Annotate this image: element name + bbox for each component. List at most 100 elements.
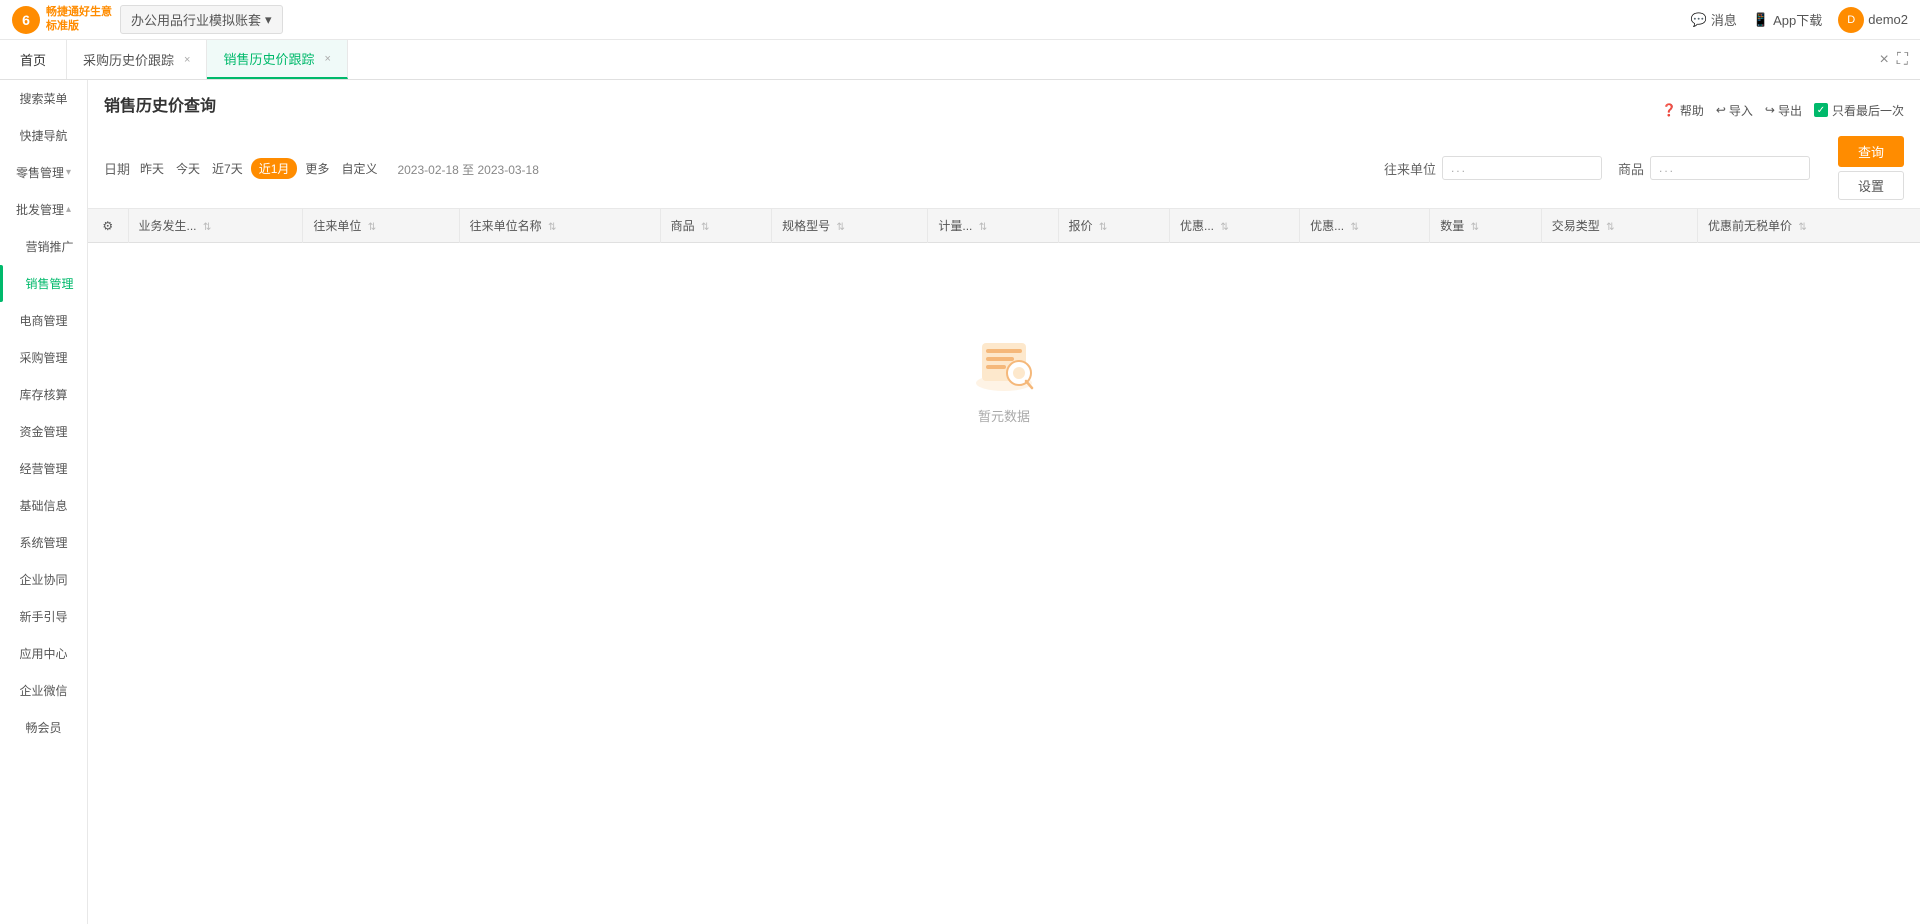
help-icon: ❓: [1662, 103, 1677, 117]
only-last-checkbox-area[interactable]: ✓ 只看最后一次: [1814, 102, 1904, 119]
sidebar-item-appstore[interactable]: 应用中心: [0, 635, 87, 672]
main-layout: 搜索菜单 快捷导航 零售管理 ▾ 批发管理 ▴ 营销推广 销售管理 电商管理 采…: [0, 80, 1920, 924]
sort-icon: ⇅: [1798, 222, 1806, 233]
tab-actions: × ⛶: [1879, 40, 1920, 79]
top-bar: 6 畅捷通好生意 标准版 办公用品行业模拟账套 ▾ 💬 消息 📱 App下载 D…: [0, 0, 1920, 40]
filter-product: 商品 ...: [1618, 156, 1810, 180]
sort-icon: ⇅: [1471, 222, 1479, 233]
sidebar-item-finance[interactable]: 资金管理: [0, 413, 87, 450]
sidebar-item-member[interactable]: 畅会员: [0, 709, 87, 746]
app-download-btn[interactable]: 📱 App下载: [1753, 10, 1822, 29]
chevron-down-icon: ▾: [66, 167, 71, 178]
th-gear[interactable]: ⚙: [88, 209, 128, 243]
th-spec[interactable]: 规格型号 ⇅: [772, 209, 928, 243]
th-discount1[interactable]: 优惠... ⇅: [1169, 209, 1299, 243]
logo-icon: 6: [12, 6, 40, 34]
sidebar-item-ecommerce[interactable]: 电商管理: [0, 302, 87, 339]
message-icon: 💬: [1691, 12, 1707, 28]
message-btn[interactable]: 💬 消息: [1691, 10, 1737, 29]
setting-button[interactable]: 设置: [1838, 171, 1904, 200]
logo-text: 畅捷通好生意 标准版: [46, 6, 112, 32]
tab-home[interactable]: 首页: [0, 40, 67, 79]
sidebar-item-operations[interactable]: 经营管理: [0, 450, 87, 487]
sidebar-item-sales[interactable]: 销售管理: [0, 265, 87, 302]
sidebar-item-inventory[interactable]: 库存核算: [0, 376, 87, 413]
tab-close-window[interactable]: ×: [1879, 51, 1888, 69]
th-partner-code[interactable]: 往来单位 ⇅: [303, 209, 459, 243]
sidebar-item-shortcut[interactable]: 快捷导航: [0, 117, 87, 154]
empty-icon: [964, 323, 1044, 406]
gear-icon[interactable]: ⚙: [102, 219, 113, 233]
sidebar-item-wholesale[interactable]: 批发管理 ▴: [0, 191, 87, 228]
tab-purchase-history[interactable]: 采购历史价跟踪 ×: [67, 40, 207, 79]
tab-maximize-window[interactable]: ⛶: [1897, 51, 1908, 69]
import-icon: ↩: [1716, 103, 1726, 117]
help-btn[interactable]: ❓ 帮助: [1662, 102, 1704, 119]
th-discount2[interactable]: 优惠... ⇅: [1300, 209, 1430, 243]
only-last-checkbox[interactable]: ✓: [1814, 103, 1828, 117]
download-icon: 📱: [1753, 12, 1769, 28]
th-partner-name[interactable]: 往来单位名称 ⇅: [459, 209, 660, 243]
page-header: 销售历史价查询 ❓ 帮助 ↩ 导入 ↪ 导出 ✓: [88, 80, 1920, 209]
sort-icon: ⇅: [203, 222, 211, 233]
tab-sales-history-close[interactable]: ×: [324, 53, 330, 65]
filter-row: 日期 昨天 今天 近7天 近1月 更多 自定义 2023-02-18 至 202…: [104, 136, 1904, 200]
filter-partner: 往来单位 ...: [1384, 156, 1602, 180]
date-opt-1month[interactable]: 近1月: [251, 158, 298, 179]
date-opt-today[interactable]: 今天: [172, 158, 204, 179]
tab-sales-history[interactable]: 销售历史价跟踪 ×: [207, 40, 347, 79]
page-toolbar-right: ❓ 帮助 ↩ 导入 ↪ 导出 ✓ 只看最后一次: [1662, 102, 1904, 119]
top-bar-left: 6 畅捷通好生意 标准版 办公用品行业模拟账套 ▾: [12, 5, 283, 34]
sidebar-item-search[interactable]: 搜索菜单: [0, 80, 87, 117]
chevron-up-icon: ▴: [66, 204, 71, 215]
sidebar-item-enterprise[interactable]: 企业协同: [0, 561, 87, 598]
user-menu[interactable]: D demo2: [1838, 7, 1908, 33]
chevron-down-icon: ▾: [265, 12, 272, 28]
date-options: 昨天 今天 近7天 近1月 更多 自定义: [136, 158, 381, 179]
th-qty[interactable]: 数量 ⇅: [1430, 209, 1541, 243]
tab-bar: 首页 采购历史价跟踪 × 销售历史价跟踪 × × ⛶: [0, 40, 1920, 80]
date-opt-more[interactable]: 更多: [301, 158, 333, 179]
table-header-row: ⚙ 业务发生... ⇅ 往来单位 ⇅ 往来单位名称 ⇅: [88, 209, 1920, 243]
sort-icon: ⇅: [548, 222, 556, 233]
th-biz-date[interactable]: 业务发生... ⇅: [128, 209, 303, 243]
th-unit[interactable]: 计量... ⇅: [928, 209, 1058, 243]
sort-icon: ⇅: [1220, 222, 1228, 233]
import-btn[interactable]: ↩ 导入: [1716, 102, 1753, 119]
date-opt-yesterday[interactable]: 昨天: [136, 158, 168, 179]
query-button[interactable]: 查询: [1838, 136, 1904, 167]
sort-icon: ⇅: [701, 222, 709, 233]
sort-icon: ⇅: [837, 222, 845, 233]
sort-icon: ⇅: [1350, 222, 1358, 233]
th-pretax-price[interactable]: 优惠前无税单价 ⇅: [1697, 209, 1920, 243]
sort-icon: ⇅: [368, 222, 376, 233]
table-container: ⚙ 业务发生... ⇅ 往来单位 ⇅ 往来单位名称 ⇅: [88, 209, 1920, 924]
partner-input[interactable]: ...: [1442, 156, 1602, 180]
date-opt-7days[interactable]: 近7天: [208, 158, 247, 179]
tab-purchase-history-close[interactable]: ×: [184, 54, 190, 66]
product-input[interactable]: ...: [1650, 156, 1810, 180]
sidebar-item-basic[interactable]: 基础信息: [0, 487, 87, 524]
th-quote[interactable]: 报价 ⇅: [1058, 209, 1169, 243]
sidebar-item-wechat[interactable]: 企业微信: [0, 672, 87, 709]
th-product[interactable]: 商品 ⇅: [660, 209, 771, 243]
filter-bar: 日期 昨天 今天 近7天 近1月 更多 自定义 2023-02-18 至 202…: [104, 128, 1904, 200]
sidebar: 搜索菜单 快捷导航 零售管理 ▾ 批发管理 ▴ 营销推广 销售管理 电商管理 采…: [0, 80, 88, 924]
sort-icon: ⇅: [979, 222, 987, 233]
export-btn[interactable]: ↪ 导出: [1765, 102, 1802, 119]
date-opt-custom[interactable]: 自定义: [337, 158, 381, 179]
filter-date-range: 2023-02-18 至 2023-03-18: [397, 159, 538, 178]
export-icon: ↪: [1765, 103, 1775, 117]
th-trade-type[interactable]: 交易类型 ⇅: [1541, 209, 1697, 243]
sidebar-item-guide[interactable]: 新手引导: [0, 598, 87, 635]
sort-icon: ⇅: [1606, 222, 1614, 233]
sidebar-item-system[interactable]: 系统管理: [0, 524, 87, 561]
sidebar-item-purchase[interactable]: 采购管理: [0, 339, 87, 376]
company-selector[interactable]: 办公用品行业模拟账套 ▾: [120, 5, 283, 34]
sidebar-item-retail[interactable]: 零售管理 ▾: [0, 154, 87, 191]
sidebar-item-marketing[interactable]: 营销推广: [0, 228, 87, 265]
top-bar-right: 💬 消息 📱 App下载 D demo2: [1691, 7, 1908, 33]
filter-date: 日期 昨天 今天 近7天 近1月 更多 自定义: [104, 158, 381, 179]
page-title: 销售历史价查询: [104, 92, 216, 116]
avatar: D: [1838, 7, 1864, 33]
